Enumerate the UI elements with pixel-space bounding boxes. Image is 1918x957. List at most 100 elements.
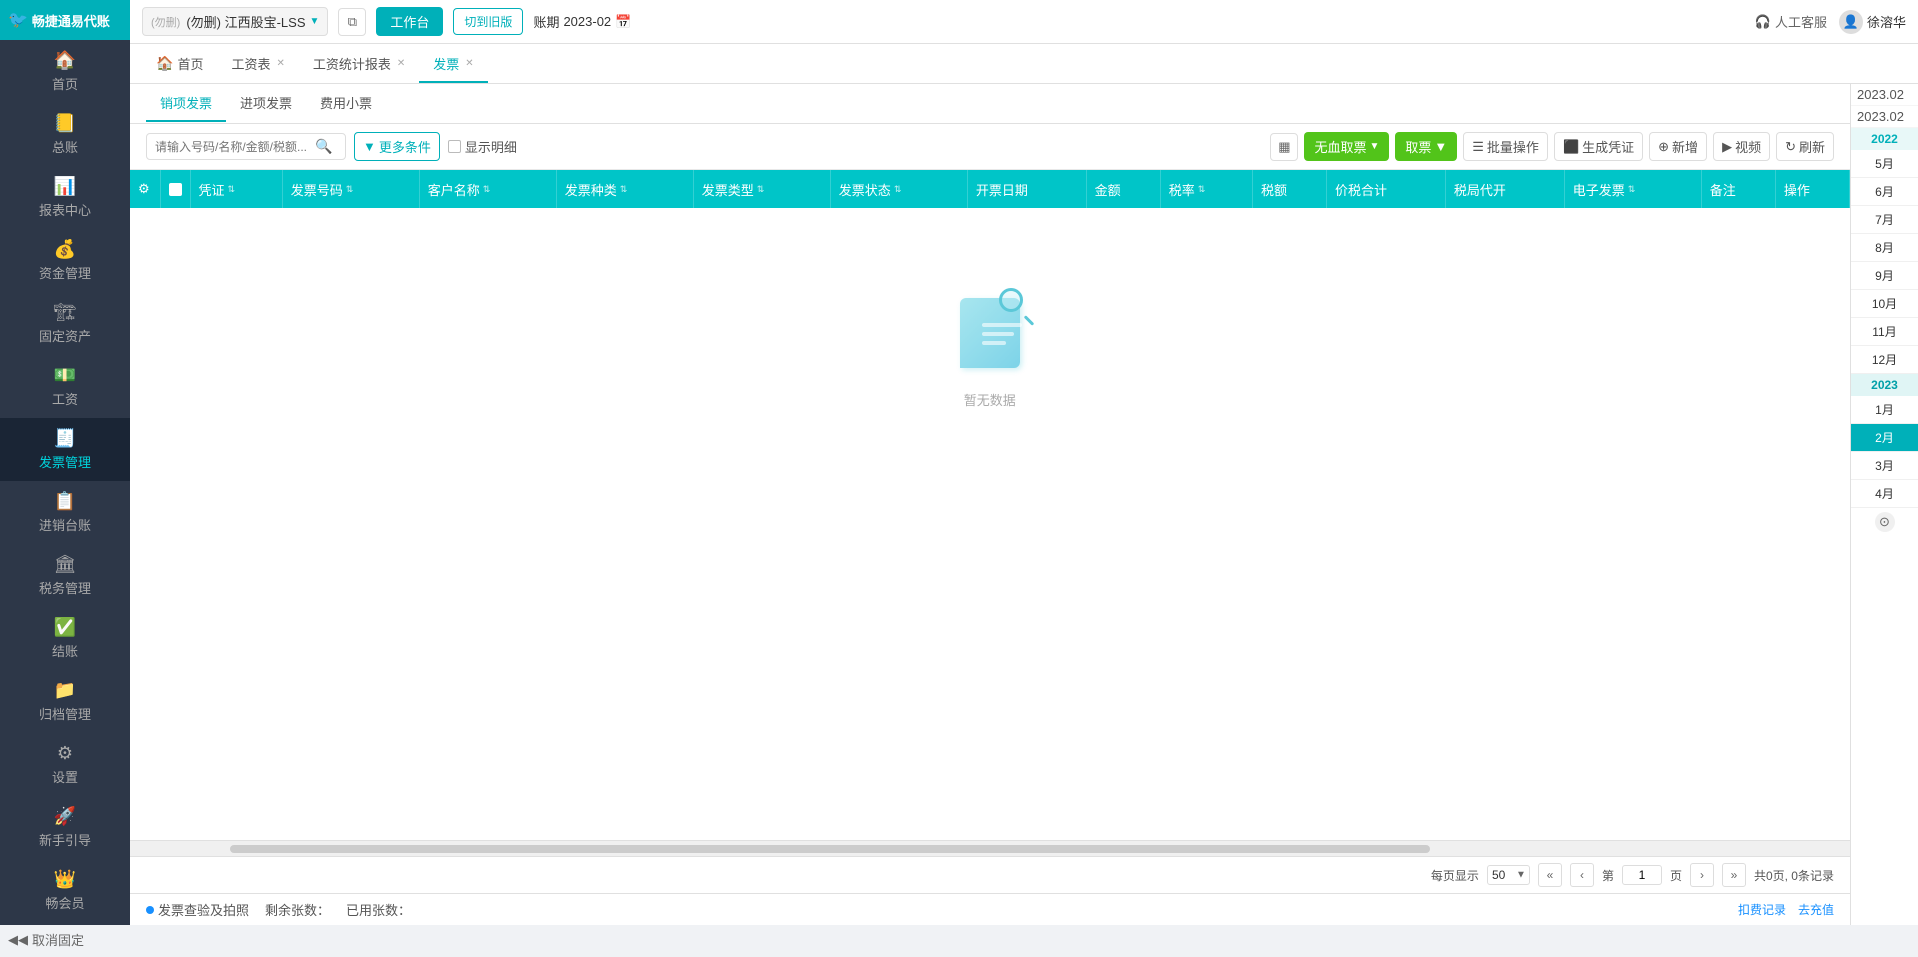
th-checkbox[interactable]	[160, 170, 190, 208]
empty-illustration	[945, 288, 1035, 378]
month-2022-10[interactable]: 10月	[1851, 290, 1918, 318]
filter-icon: ▼	[363, 139, 376, 154]
sidebar-item-home[interactable]: 🏠 首页	[0, 40, 130, 103]
copy-company-btn[interactable]: ⧉	[338, 8, 366, 36]
tab-salary-stat[interactable]: 工资统计报表 ✕	[299, 46, 419, 83]
page-size-select[interactable]: 50 20 100	[1487, 865, 1530, 885]
month-2022-09[interactable]: 9月	[1851, 262, 1918, 290]
select-all-checkbox[interactable]	[169, 183, 182, 196]
sort-einvoice-icon[interactable]: ⇅	[1628, 184, 1636, 195]
page-input[interactable]	[1622, 865, 1662, 885]
month-2023-02[interactable]: 2月	[1851, 424, 1918, 452]
search-icon[interactable]: 🔍	[315, 138, 332, 155]
subtab-sales[interactable]: 销项发票	[146, 85, 226, 122]
tab-salary-close[interactable]: ✕	[276, 58, 284, 69]
gen-voucher-button[interactable]: ⬛ 生成凭证	[1554, 132, 1643, 161]
remaining-label: 剩余张数：	[265, 900, 330, 919]
th-setting[interactable]: ⚙	[130, 170, 160, 208]
company-tag: (勿删)	[151, 14, 180, 30]
sidebar-label-invoice: 发票管理	[39, 452, 91, 471]
grid-settings-btn[interactable]: ▦	[1270, 133, 1298, 161]
sort-customer-icon[interactable]: ⇅	[483, 184, 491, 195]
show-detail-wrap[interactable]: 显示明细	[448, 137, 517, 156]
user-info[interactable]: 👤 徐溶华	[1839, 10, 1906, 34]
get-ticket-button[interactable]: 取票 ▼	[1395, 132, 1457, 161]
sort-voucher-icon[interactable]: ⇅	[228, 184, 236, 195]
sidebar-item-salary[interactable]: 💵 工资	[0, 355, 130, 418]
subtab-purchase[interactable]: 进项发票	[226, 85, 306, 122]
recharge-link[interactable]: 去充值	[1798, 901, 1834, 918]
sidebar: 🐦 畅捷通易代账 🏠 首页 📒 总账 📊 报表中心 💰 资金管理 🏗 固定资产 …	[0, 0, 130, 925]
sidebar-item-general-ledger[interactable]: 📒 总账	[0, 103, 130, 166]
th-customer: 客户名称⇅	[419, 170, 556, 208]
search-input[interactable]	[155, 140, 315, 154]
topbar: (勿删) (勿删) 江西股宝-LSS ▼ ⧉ 工作台 切到旧版 账期 2023-…	[130, 0, 1918, 44]
sidebar-item-tax[interactable]: 🏛 税务管理	[0, 544, 130, 607]
month-2023-04[interactable]: 4月	[1851, 480, 1918, 508]
get-ticket-arrow: ▼	[1434, 139, 1447, 154]
period-row-1[interactable]: 2023.02	[1851, 84, 1918, 106]
sort-invoice-no-icon[interactable]: ⇅	[346, 184, 354, 195]
no-ticket-button[interactable]: 无血取票 ▼	[1304, 132, 1389, 161]
date-panel-close-btn[interactable]: ✕	[1850, 84, 1851, 124]
month-2022-08[interactable]: 8月	[1851, 234, 1918, 262]
th-e-invoice: 电子发票⇅	[1564, 170, 1701, 208]
month-2023-03[interactable]: 3月	[1851, 452, 1918, 480]
date-collapse-btn[interactable]: ⊙	[1875, 512, 1895, 532]
workbench-button[interactable]: 工作台	[376, 7, 443, 36]
sort-taxrate-icon[interactable]: ⇅	[1198, 184, 1206, 195]
sidebar-item-reports[interactable]: 📊 报表中心	[0, 166, 130, 229]
next-page-btn[interactable]: ›	[1690, 863, 1714, 887]
scrollbar-thumb[interactable]	[230, 845, 1430, 853]
first-page-btn[interactable]: «	[1538, 863, 1562, 887]
user-name: 徐溶华	[1867, 12, 1906, 31]
page-size-select-wrap[interactable]: 50 20 100 ▼	[1487, 865, 1530, 885]
sidebar-item-sales[interactable]: 📋 进销台账	[0, 481, 130, 544]
month-2022-11[interactable]: 11月	[1851, 318, 1918, 346]
tab-invoice[interactable]: 发票 ✕	[419, 46, 487, 83]
sidebar-item-settings[interactable]: ⚙ 设置	[0, 733, 130, 796]
sort-cat-icon[interactable]: ⇅	[757, 184, 765, 195]
sort-type-icon[interactable]: ⇅	[620, 184, 628, 195]
prev-page-btn[interactable]: ‹	[1570, 863, 1594, 887]
month-2023-01[interactable]: 1月	[1851, 396, 1918, 424]
subtab-expense[interactable]: 费用小票	[306, 85, 386, 122]
sidebar-item-fund[interactable]: 💰 资金管理	[0, 229, 130, 292]
sidebar-bottom-pin[interactable]: ◀◀ 取消固定	[0, 922, 130, 957]
month-2022-05[interactable]: 5月	[1851, 150, 1918, 178]
month-2022-12[interactable]: 12月	[1851, 346, 1918, 374]
company-selector[interactable]: (勿删) (勿删) 江西股宝-LSS ▼	[142, 7, 328, 36]
month-2022-07[interactable]: 7月	[1851, 206, 1918, 234]
date-panel-scroll[interactable]: 2023.02 2023.02 2022 5月 6月 7月 8月 9月 10月 …	[1851, 84, 1918, 925]
fee-record-link[interactable]: 扣费记录	[1738, 901, 1786, 918]
sort-status-icon[interactable]: ⇅	[894, 184, 902, 195]
sidebar-item-archive[interactable]: 📁 归档管理	[0, 670, 130, 733]
last-page-btn[interactable]: »	[1722, 863, 1746, 887]
refresh-button[interactable]: ↻ 刷新	[1776, 132, 1834, 161]
show-detail-checkbox[interactable]	[448, 140, 461, 153]
period-value: 2023-02	[563, 14, 611, 29]
month-2022-06[interactable]: 6月	[1851, 178, 1918, 206]
switch-old-button[interactable]: 切到旧版	[453, 8, 523, 35]
sidebar-item-guide[interactable]: 🚀 新手引导	[0, 796, 130, 859]
doc-line-3	[982, 341, 1006, 345]
sidebar-item-member[interactable]: 👑 畅会员	[0, 859, 130, 922]
sidebar-item-invoice[interactable]: 🧾 发票管理	[0, 418, 130, 481]
period-row-2[interactable]: 2023.02	[1851, 106, 1918, 128]
sidebar-item-closing[interactable]: ✅ 结账	[0, 607, 130, 670]
sidebar-item-assets[interactable]: 🏗 固定资产	[0, 292, 130, 355]
customer-service-btn[interactable]: 🎧 人工客服	[1755, 12, 1827, 31]
tab-salary-table[interactable]: 工资表 ✕	[217, 46, 298, 83]
home-tab-icon: 🏠	[156, 55, 173, 72]
batch-op-button[interactable]: ☰ 批量操作	[1463, 132, 1548, 161]
column-settings-icon[interactable]: ⚙	[138, 181, 150, 196]
video-button[interactable]: ▶ 视频	[1713, 132, 1770, 161]
filter-button[interactable]: ▼ 更多条件	[354, 132, 440, 161]
sidebar-label-fund: 资金管理	[39, 263, 91, 282]
new-button[interactable]: ⊕ 新增	[1649, 132, 1707, 161]
calendar-icon[interactable]: 📅	[615, 14, 631, 30]
horizontal-scrollbar[interactable]	[130, 840, 1850, 856]
tab-invoice-close[interactable]: ✕	[465, 58, 473, 69]
tab-home[interactable]: 🏠 首页	[142, 46, 217, 83]
tab-salary-stat-close[interactable]: ✕	[397, 58, 405, 69]
